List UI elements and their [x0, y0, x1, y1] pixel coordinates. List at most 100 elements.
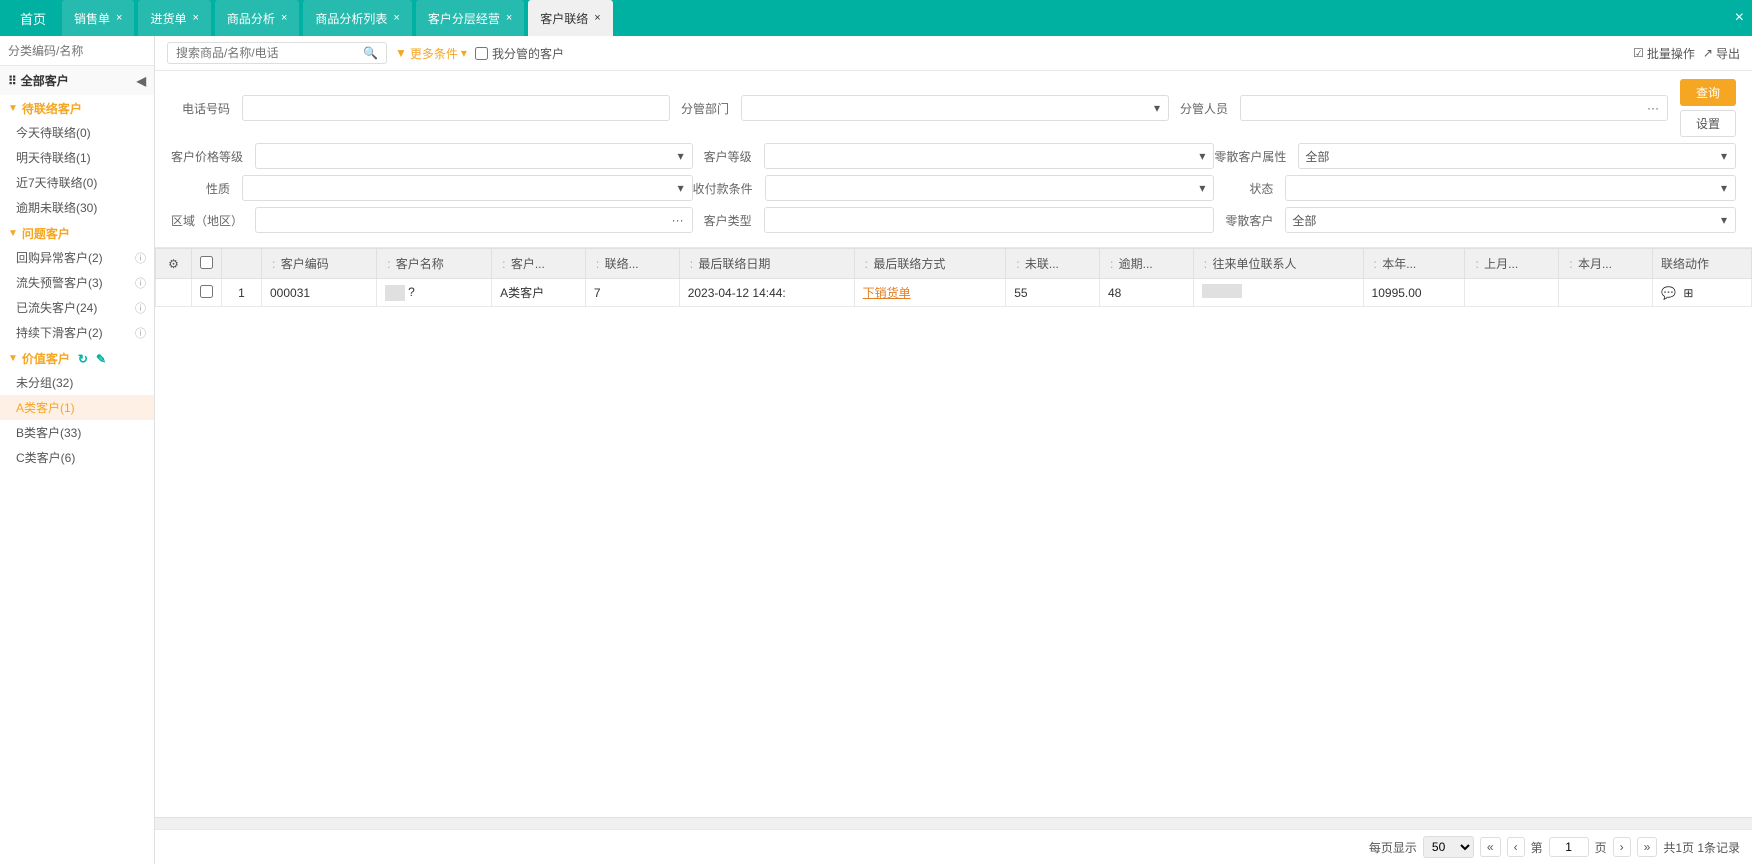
group-problem-customers[interactable]: ▼ 问题客户: [0, 220, 154, 245]
row-customer-name[interactable]: ?: [377, 279, 492, 307]
col-customer-name[interactable]: : 客户名称: [377, 249, 492, 279]
col-this-month[interactable]: : 本月...: [1559, 249, 1653, 279]
class-c-label: C类客户(6): [16, 449, 75, 466]
nature-arrow: ▾: [678, 181, 684, 195]
select-all-checkbox[interactable]: [200, 256, 213, 269]
nav-tab-purchase[interactable]: 进货单 ×: [138, 0, 210, 36]
sidebar-item-class-b[interactable]: B类客户(33): [0, 420, 154, 445]
nav-tab-purchase-close[interactable]: ×: [192, 12, 198, 24]
sidebar-item-ungraded[interactable]: 未分组(32): [0, 370, 154, 395]
retail-cust-select[interactable]: 全部 ▾: [1285, 207, 1736, 233]
col-no-contact[interactable]: : 未联...: [1006, 249, 1100, 279]
filter-search-input[interactable]: [176, 46, 359, 60]
nav-tab-analysis-close[interactable]: ×: [281, 12, 287, 24]
page-input[interactable]: [1549, 837, 1589, 857]
sidebar-item-churn-warn[interactable]: 流失预警客户(3) ⓘ: [0, 270, 154, 295]
nav-tab-sales[interactable]: 销售单 ×: [62, 0, 134, 36]
group-pending-contact[interactable]: ▼ 待联络客户: [0, 95, 154, 120]
price-level-label: 客户价格等级: [171, 148, 249, 165]
sidebar-item-class-c[interactable]: C类客户(6): [0, 445, 154, 470]
col-last-contact-method[interactable]: : 最后联络方式: [854, 249, 1006, 279]
nav-tab-customer-mgmt[interactable]: 客户分层经营 ×: [416, 0, 524, 36]
batch-op-btn[interactable]: ☑ 批量操作: [1633, 45, 1695, 62]
col-this-year[interactable]: : 本年...: [1363, 249, 1465, 279]
region-select[interactable]: ···: [255, 207, 693, 233]
nav-home[interactable]: 首页: [8, 0, 58, 36]
per-page-select[interactable]: 50 100 200: [1423, 836, 1474, 858]
col-check[interactable]: [192, 249, 222, 279]
churn-warn-info-icon[interactable]: ⓘ: [135, 275, 146, 291]
retail-attr-select[interactable]: 全部 ▾: [1298, 143, 1736, 169]
close-all-tabs[interactable]: ×: [1735, 9, 1744, 27]
last-page-btn[interactable]: »: [1637, 837, 1658, 857]
setting-btn[interactable]: 设置: [1680, 110, 1736, 137]
row-check[interactable]: [192, 279, 222, 307]
phone-input[interactable]: [242, 95, 670, 121]
next-page-btn[interactable]: ›: [1613, 837, 1631, 857]
col-contact[interactable]: : 联络...: [585, 249, 679, 279]
sidebar-collapse-icon[interactable]: ◀: [137, 74, 146, 88]
more-filters-label: 更多条件: [410, 45, 458, 62]
filter-phone: 电话号码: [171, 95, 670, 121]
filter-search-btn[interactable]: 🔍: [363, 46, 378, 60]
my-customers-checkbox[interactable]: [475, 47, 488, 60]
first-page-btn[interactable]: «: [1480, 837, 1501, 857]
nav-tab-analysis[interactable]: 商品分析 ×: [215, 0, 299, 36]
churned-info-icon[interactable]: ⓘ: [135, 300, 146, 316]
nav-tab-customer-contact-close[interactable]: ×: [594, 12, 600, 24]
nav-tab-sales-close[interactable]: ×: [116, 12, 122, 24]
prev-page-btn[interactable]: ‹: [1507, 837, 1525, 857]
col-last-contact-date[interactable]: : 最后联络日期: [679, 249, 854, 279]
row-last-contact-method[interactable]: 下销货单: [854, 279, 1006, 307]
group-value-customers[interactable]: ▼ 价值客户 ↻ ✎: [0, 345, 154, 370]
more-filters-btn[interactable]: ▼ 更多条件 ▾: [395, 45, 467, 62]
col-unit-contact[interactable]: : 往来单位联系人: [1193, 249, 1363, 279]
cust-level-select[interactable]: ▾: [764, 143, 1215, 169]
refresh-icon[interactable]: ↻: [78, 352, 88, 366]
scrollbar-area[interactable]: [155, 817, 1752, 829]
sidebar-item-overdue[interactable]: 逾期未联络(30): [0, 195, 154, 220]
manager-select[interactable]: ···: [1240, 95, 1668, 121]
col-last-month[interactable]: : 上月...: [1465, 249, 1559, 279]
price-level-select[interactable]: ▾: [255, 143, 693, 169]
region-dots[interactable]: ···: [672, 213, 684, 227]
contact-method-link[interactable]: 下销货单: [863, 286, 911, 300]
nav-tab-analysis-list[interactable]: 商品分析列表 ×: [303, 0, 411, 36]
nav-tab-analysis-list-close[interactable]: ×: [393, 12, 399, 24]
export-btn[interactable]: ↗ 导出: [1703, 45, 1740, 62]
manager-dots[interactable]: ···: [1647, 101, 1659, 115]
sidebar-search-input[interactable]: [8, 44, 155, 58]
nature-select[interactable]: ▾: [242, 175, 693, 201]
sidebar-item-class-a[interactable]: A类客户(1): [0, 395, 154, 420]
sidebar-item-tomorrow[interactable]: 明天待联络(1): [0, 145, 154, 170]
sidebar-item-declining[interactable]: 持续下滑客户(2) ⓘ: [0, 320, 154, 345]
action-msg-icon[interactable]: 💬: [1661, 286, 1676, 300]
payment-select[interactable]: ▾: [765, 175, 1215, 201]
sidebar-item-7days[interactable]: 近7天待联络(0): [0, 170, 154, 195]
region-label: 区域（地区）: [171, 212, 249, 229]
row-checkbox[interactable]: [200, 285, 213, 298]
col-customer-code[interactable]: : 客户编码: [262, 249, 377, 279]
sidebar-item-abnormal[interactable]: 回购异常客户(2) ⓘ: [0, 245, 154, 270]
col-overdue[interactable]: : 逾期...: [1099, 249, 1193, 279]
dept-select[interactable]: ▾: [741, 95, 1169, 121]
filter-nature: 性质 ▾: [171, 175, 693, 201]
col-gear[interactable]: ⚙: [156, 249, 192, 279]
col-divider-1: :: [272, 257, 275, 271]
my-customers-checkbox-label[interactable]: 我分管的客户: [475, 45, 564, 62]
sidebar-item-today[interactable]: 今天待联络(0): [0, 120, 154, 145]
nav-tab-customer-mgmt-close[interactable]: ×: [506, 12, 512, 24]
sidebar-item-churned[interactable]: 已流失客户(24) ⓘ: [0, 295, 154, 320]
col-customer-type[interactable]: : 客户...: [492, 249, 586, 279]
abnormal-info-icon[interactable]: ⓘ: [135, 250, 146, 266]
edit-icon[interactable]: ✎: [96, 352, 106, 366]
cust-type-input[interactable]: [764, 207, 1215, 233]
customer-name-label: 客户名称: [396, 257, 444, 271]
nav-tab-customer-contact[interactable]: 客户联络 ×: [528, 0, 612, 36]
query-btn[interactable]: 查询: [1680, 79, 1736, 106]
status-select[interactable]: ▾: [1285, 175, 1736, 201]
declining-info-icon[interactable]: ⓘ: [135, 325, 146, 341]
all-customers-header[interactable]: ⠿ 全部客户 ◀: [0, 66, 154, 95]
action-grid-icon[interactable]: ⊞: [1683, 286, 1693, 300]
content-area: 🔍 ▼ 更多条件 ▾ 我分管的客户 ☑ 批量操作 ↗ 导出: [155, 36, 1752, 864]
